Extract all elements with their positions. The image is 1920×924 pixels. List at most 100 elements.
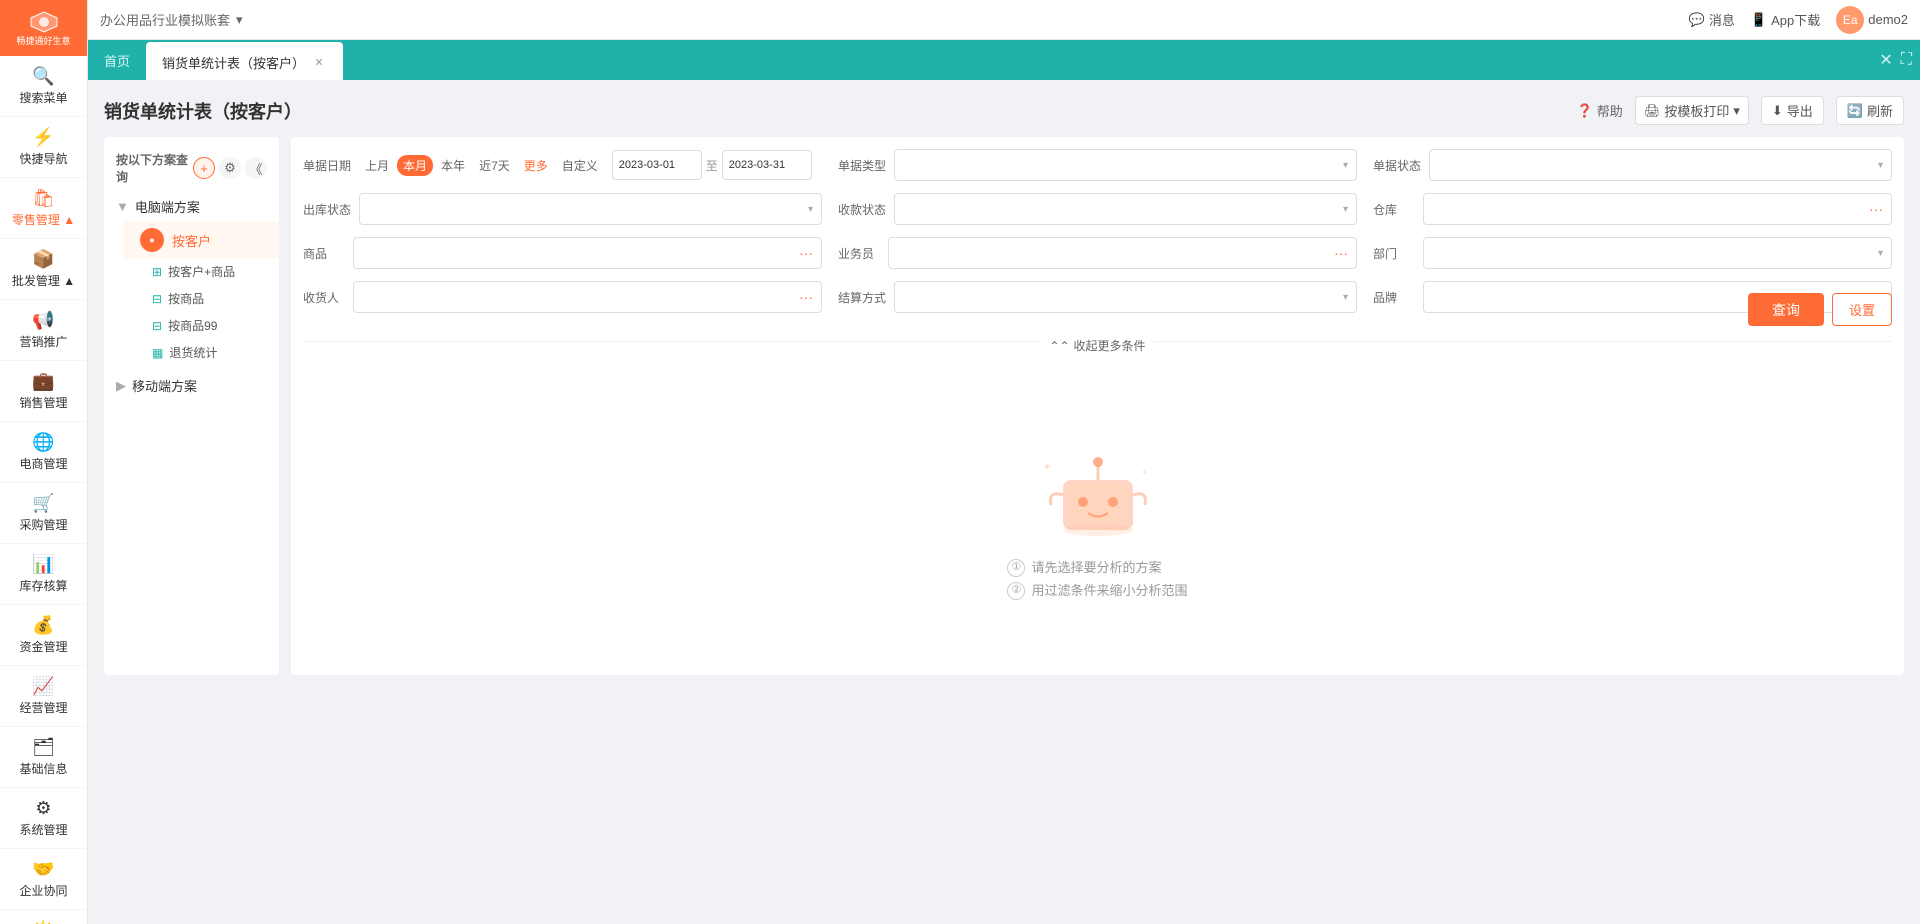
chevron-up-icon: ⌃⌃ bbox=[1049, 339, 1069, 353]
filter-warehouse: 仓库 ··· bbox=[1373, 193, 1892, 225]
collapse-filters-btn[interactable]: ⌃⌃ 收起更多条件 bbox=[1049, 329, 1145, 362]
out-status-select[interactable]: ▾ bbox=[359, 193, 822, 225]
scheme-group-desktop: ▼ 电脑端方案 ● 按客户 ⊞ 按客户+商品 bbox=[104, 191, 279, 366]
sidebar-quicknav[interactable]: ⚡ 快捷导航 bbox=[0, 117, 87, 178]
date-tab-last-month[interactable]: 上月 bbox=[359, 155, 395, 176]
right-arrow-icon: ▶ bbox=[116, 378, 126, 394]
settings-btn[interactable]: 设置 bbox=[1832, 293, 1892, 326]
product-field[interactable]: ··· bbox=[353, 237, 822, 269]
chevron-down-icon4: ▾ bbox=[1343, 204, 1348, 215]
sidebar-item-enterprise[interactable]: 🤝 企业协同 bbox=[0, 849, 87, 910]
close-tab-icon[interactable]: ✕ bbox=[311, 54, 327, 70]
scheme-mobile-header[interactable]: ▶ 移动端方案 bbox=[104, 370, 279, 401]
restore-window-btn[interactable]: ⛶ bbox=[1901, 51, 1912, 69]
date-tab-last-7[interactable]: 近7天 bbox=[473, 155, 516, 176]
sidebar-item-ecommerce[interactable]: 🌐 电商管理 bbox=[0, 422, 87, 483]
payment-status-label: 收款状态 bbox=[838, 201, 886, 218]
home-tab-label: 首页 bbox=[104, 51, 130, 70]
date-tab-this-year[interactable]: 本年 bbox=[435, 155, 471, 176]
sidebar-item-purchase[interactable]: 🛒 采购管理 bbox=[0, 483, 87, 544]
mobile-scheme-label: 移动端方案 bbox=[132, 376, 197, 395]
receiver-field[interactable]: ··· bbox=[353, 281, 822, 313]
sidebar-item-operations[interactable]: 📈 经营管理 bbox=[0, 666, 87, 727]
dropdown-arrow-icon[interactable]: ▾ bbox=[236, 12, 243, 28]
panel-header-actions: + ⚙ 《 bbox=[193, 157, 267, 179]
message-btn[interactable]: 💬 消息 bbox=[1689, 10, 1735, 29]
dots-icon3[interactable]: ··· bbox=[1334, 245, 1348, 261]
left-panel: 按以下方案查询 + ⚙ 《 ▼ 电脑端方案 bbox=[104, 137, 279, 675]
table-icon: ⊟ bbox=[152, 292, 162, 306]
avatar: Ea bbox=[1836, 6, 1864, 34]
sidebar-item-inventory[interactable]: 📊 库存核算 bbox=[0, 544, 87, 605]
payment-method-select[interactable]: ▾ bbox=[894, 281, 1357, 313]
department-select[interactable]: ▾ bbox=[1423, 237, 1892, 269]
dots-icon[interactable]: ··· bbox=[1869, 201, 1883, 217]
filter-salesperson: 业务员 ··· bbox=[838, 237, 1357, 269]
salesperson-field[interactable]: ··· bbox=[888, 237, 1357, 269]
scheme-by-product[interactable]: ⊟ 按商品 bbox=[124, 285, 279, 312]
sidebar-item-wholesale[interactable]: 📦 批发管理 ▲ bbox=[0, 239, 87, 300]
sales-stat-tab-label: 销货单统计表（按客户） bbox=[162, 53, 305, 72]
filter-department: 部门 ▾ bbox=[1373, 237, 1892, 269]
sidebar-item-system[interactable]: ⚙ 系统管理 bbox=[0, 788, 87, 849]
date-label: 单据日期 bbox=[303, 157, 351, 174]
sidebar-item-newguide[interactable]: 🌟 新手引导 bbox=[0, 910, 87, 924]
bill-type-select[interactable]: ▾ bbox=[894, 149, 1357, 181]
settings-scheme-btn[interactable]: ⚙ bbox=[219, 157, 241, 179]
date-range: 上月 本月 本年 近7天 更多 自定义 至 bbox=[359, 150, 822, 180]
user-profile[interactable]: Ea demo2 bbox=[1836, 6, 1908, 34]
template-print-btn[interactable]: 🖨 按模板打印 ▾ bbox=[1635, 96, 1749, 125]
scheme-desktop-header[interactable]: ▼ 电脑端方案 bbox=[104, 191, 279, 222]
export-icon: ⬇ bbox=[1772, 103, 1783, 119]
sidebar-item-marketing[interactable]: 📢 营销推广 bbox=[0, 300, 87, 361]
help-btn[interactable]: ❓ 帮助 bbox=[1577, 101, 1623, 120]
industry-label: 办公用品行业模拟账套 bbox=[100, 10, 230, 29]
add-scheme-btn[interactable]: + bbox=[193, 157, 215, 179]
collapse-panel-btn[interactable]: 《 bbox=[245, 157, 267, 179]
active-scheme-dot: ● bbox=[140, 228, 164, 252]
query-btn[interactable]: 查询 bbox=[1748, 293, 1824, 326]
scheme-by-customer[interactable]: ● 按客户 bbox=[124, 222, 279, 258]
department-label: 部门 bbox=[1373, 245, 1415, 262]
message-icon: 💬 bbox=[1689, 12, 1705, 28]
sidebar: 畅捷通好生意 🔍 搜索菜单 ⚡ 快捷导航 🛍 零售管理 ▲ 📦 批发管理 ▲ 📢… bbox=[0, 0, 88, 924]
sidebar-item-retail[interactable]: 🛍 零售管理 ▲ bbox=[0, 178, 87, 239]
empty-hints: ① 请先选择要分析的方案 ② 用过滤条件来缩小分析范围 bbox=[1007, 556, 1187, 603]
sidebar-item-finance[interactable]: 💰 资金管理 bbox=[0, 605, 87, 666]
date-tab-this-month[interactable]: 本月 bbox=[397, 155, 433, 176]
close-all-tabs-btn[interactable]: ✕ bbox=[1879, 50, 1892, 70]
app-name: 畅捷通好生意 bbox=[16, 36, 70, 47]
app-download-btn[interactable]: 📱 App下载 bbox=[1751, 10, 1820, 29]
filter-payment-method: 结算方式 ▾ bbox=[838, 281, 1357, 313]
topbar-right: 💬 消息 📱 App下载 Ea demo2 bbox=[1689, 6, 1908, 34]
date-to-input[interactable] bbox=[722, 150, 812, 180]
scheme-return-stats[interactable]: ▦ 退货统计 bbox=[124, 339, 279, 366]
bill-status-select[interactable]: ▾ bbox=[1429, 149, 1892, 181]
refresh-btn[interactable]: 🔄 刷新 bbox=[1836, 96, 1904, 125]
bar-icon: ▦ bbox=[152, 346, 163, 360]
tab-sales-stat[interactable]: 销货单统计表（按客户） ✕ bbox=[146, 42, 343, 82]
scheme-by-product-99[interactable]: ⊟ 按商品99 bbox=[124, 312, 279, 339]
date-tab-more[interactable]: 更多 bbox=[518, 155, 554, 176]
chevron-down-icon3: ▾ bbox=[808, 204, 813, 215]
download-icon: 📱 bbox=[1751, 12, 1767, 28]
scheme-list: ● 按客户 ⊞ 按客户+商品 ⊟ 按商品 ⊟ bbox=[104, 222, 279, 366]
dots-icon2[interactable]: ··· bbox=[799, 245, 813, 261]
app-logo: 畅捷通好生意 bbox=[0, 0, 88, 56]
sidebar-item-sales[interactable]: 💼 销售管理 bbox=[0, 361, 87, 422]
date-tab-custom[interactable]: 自定义 bbox=[556, 155, 604, 176]
sidebar-item-basics[interactable]: 🗂 基础信息 bbox=[0, 727, 87, 788]
export-btn[interactable]: ⬇ 导出 bbox=[1761, 96, 1824, 125]
date-from-input[interactable] bbox=[612, 150, 702, 180]
sidebar-search[interactable]: 🔍 搜索菜单 bbox=[0, 56, 87, 117]
filter-out-status: 出库状态 ▾ bbox=[303, 193, 822, 225]
empty-illustration: ✦ ✦ bbox=[1033, 430, 1163, 540]
payment-status-select[interactable]: ▾ bbox=[894, 193, 1357, 225]
chevron-down-icon6: ▾ bbox=[1343, 292, 1348, 303]
warehouse-field[interactable]: ··· bbox=[1423, 193, 1892, 225]
tab-home[interactable]: 首页 bbox=[88, 40, 146, 80]
print-icon: 🖨 bbox=[1644, 103, 1661, 119]
dots-icon4[interactable]: ··· bbox=[799, 289, 813, 305]
topbar: 办公用品行业模拟账套 ▾ 💬 消息 📱 App下载 Ea demo2 bbox=[88, 0, 1920, 40]
scheme-by-customer-product[interactable]: ⊞ 按客户+商品 bbox=[124, 258, 279, 285]
